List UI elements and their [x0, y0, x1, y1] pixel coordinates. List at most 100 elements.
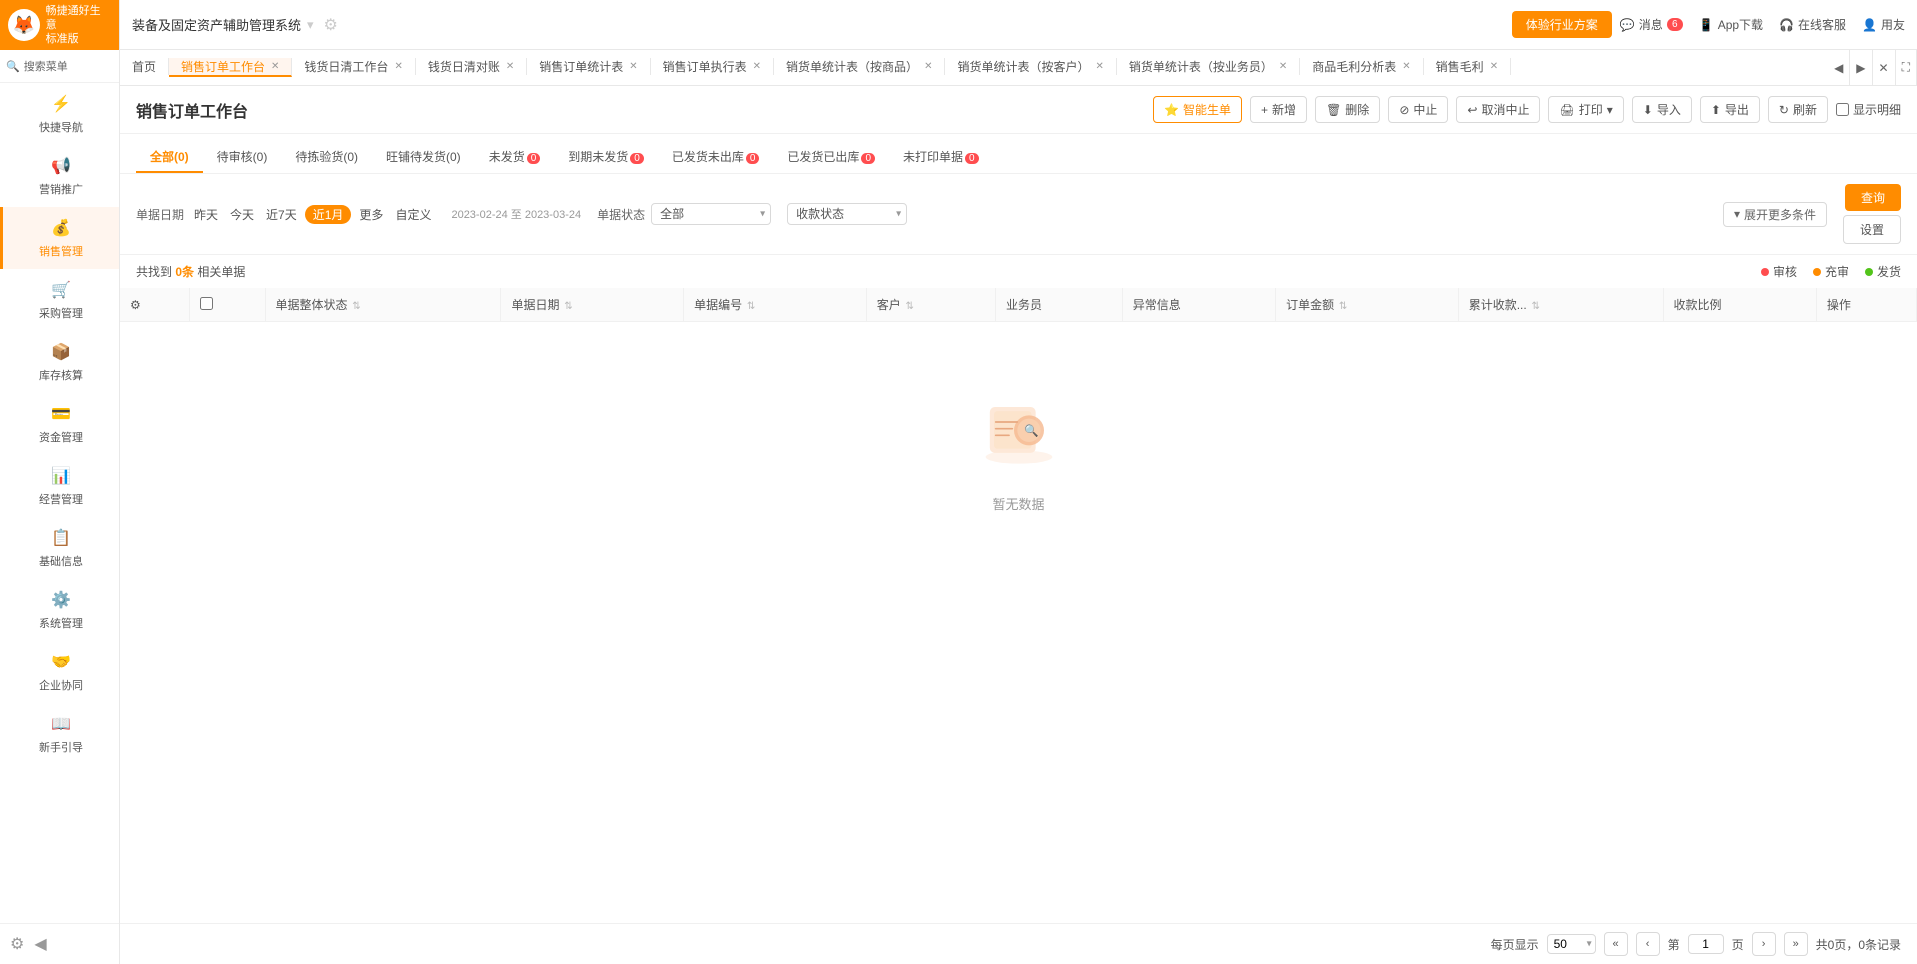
tab-close-all[interactable]: ✕ — [1873, 50, 1896, 85]
tab-sales-sum-staff[interactable]: 销货单统计表（按业务员）✕ — [1117, 58, 1300, 75]
sidebar-item-guide[interactable]: 📖 新手引导 — [0, 703, 119, 765]
date-opt-近7天[interactable]: 近7天 — [262, 204, 301, 225]
next-page-button[interactable]: › — [1752, 932, 1776, 956]
date-opt-今天[interactable]: 今天 — [226, 204, 258, 225]
topbar-title: 装备及固定资产辅助管理系统 ▾ ⚙ — [132, 15, 1504, 35]
total-label: 共0页，0条记录 — [1816, 936, 1901, 953]
solution-button[interactable]: 体验行业方案 — [1512, 11, 1612, 38]
tab-close-sales-stat[interactable]: ✕ — [629, 61, 637, 72]
add-button[interactable]: + 新增 — [1250, 96, 1307, 123]
sidebar-item-system[interactable]: ⚙️ 系统管理 — [0, 579, 119, 641]
sidebar-item-finance[interactable]: 💳 资金管理 — [0, 393, 119, 455]
tab-close-cash-daily[interactable]: ✕ — [394, 61, 402, 72]
date-opt-近1月[interactable]: 近1月 — [305, 205, 352, 224]
col-header-customer[interactable]: 客户 ⇅ — [866, 288, 995, 322]
nav-icon-sales: 💰 — [50, 217, 72, 239]
col-header-date[interactable]: 单据日期 ⇅ — [501, 288, 684, 322]
table-wrap: ⚙单据整体状态 ⇅单据日期 ⇅单据编号 ⇅客户 ⇅业务员异常信息订单金额 ⇅累计… — [120, 288, 1917, 923]
sub-tab-delivered-out[interactable]: 已发货已出库0 — [773, 142, 889, 173]
sub-tab-pending-audit[interactable]: 待审核(0) — [203, 142, 282, 173]
tab-home[interactable]: 首页 — [120, 58, 169, 75]
stats-count: 0条 — [175, 265, 194, 279]
tab-nav-prev[interactable]: ◀ — [1828, 50, 1850, 85]
settings-col-icon[interactable]: ⚙ — [130, 298, 141, 312]
show-detail-checkbox[interactable] — [1836, 103, 1849, 116]
tab-close-sales-sum-customer[interactable]: ✕ — [1095, 61, 1103, 72]
show-detail-label[interactable]: 显示明细 — [1836, 101, 1901, 118]
tab-cash-daily[interactable]: 钱货日清工作台✕ — [292, 58, 415, 75]
tab-close-sales-exec[interactable]: ✕ — [753, 61, 761, 72]
collapse-icon[interactable]: ◀ — [34, 934, 46, 954]
prev-page-button[interactable]: ‹ — [1636, 932, 1660, 956]
sidebar-item-base-info[interactable]: 📋 基础信息 — [0, 517, 119, 579]
status-select[interactable]: 全部 — [651, 203, 771, 225]
stats-action-deliver[interactable]: 发货 — [1865, 263, 1901, 280]
sidebar-item-quick-nav[interactable]: ⚡ 快捷导航 — [0, 83, 119, 145]
sub-tab-pending-inspect[interactable]: 待拣验货(0) — [281, 142, 372, 173]
expand-filter-button[interactable]: ▾ 展开更多条件 — [1723, 202, 1827, 227]
set-button[interactable]: 设置 — [1843, 215, 1901, 244]
sidebar-item-sales[interactable]: 💰 销售管理 — [0, 207, 119, 269]
last-page-button[interactable]: » — [1784, 932, 1808, 956]
refresh-button[interactable]: ↻ 刷新 — [1768, 96, 1828, 123]
sidebar-item-cooperation[interactable]: 🤝 企业协同 — [0, 641, 119, 703]
sidebar-item-inventory[interactable]: 📦 库存核算 — [0, 331, 119, 393]
sub-tab-wangpu-deliver[interactable]: 旺铺待发货(0) — [372, 142, 475, 173]
stats-action-cancel-audit[interactable]: 充审 — [1813, 263, 1849, 280]
stats-action-audit[interactable]: 审核 — [1761, 263, 1797, 280]
sidebar-search[interactable]: 🔍 搜索菜单 — [0, 50, 119, 83]
message-action[interactable]: 💬 消息 6 — [1620, 16, 1683, 33]
tab-sales-profit[interactable]: 销售毛利✕ — [1424, 58, 1511, 75]
page-number-input[interactable] — [1688, 934, 1724, 954]
import-button[interactable]: ⬇ 导入 — [1632, 96, 1692, 123]
sidebar-item-operations[interactable]: 📊 经营管理 — [0, 455, 119, 517]
smart-create-button[interactable]: ⭐ 智能生单 — [1153, 96, 1242, 123]
col-header-collected[interactable]: 累计收款... ⇅ — [1458, 288, 1663, 322]
online-service-action[interactable]: 🎧 在线客服 — [1779, 16, 1846, 33]
select-all-checkbox[interactable] — [200, 297, 213, 310]
sub-tab-all[interactable]: 全部(0) — [136, 142, 203, 173]
page-size-select[interactable]: 102050100 — [1547, 934, 1596, 954]
tab-sales-sum-customer[interactable]: 销货单统计表（按客户）✕ — [945, 58, 1116, 75]
tab-close-sales-order[interactable]: ✕ — [271, 61, 279, 72]
sidebar-item-marketing[interactable]: 📢 营销推广 — [0, 145, 119, 207]
sub-tab-delivered-not-out[interactable]: 已发货未出库0 — [658, 142, 774, 173]
app-download-action[interactable]: 📱 App下载 — [1699, 16, 1763, 33]
settings-gear-icon[interactable]: ⚙ — [324, 15, 338, 35]
stop-button[interactable]: ⊘ 中止 — [1388, 96, 1448, 123]
tab-close-cash-reconcile[interactable]: ✕ — [506, 61, 514, 72]
col-header-number[interactable]: 单据编号 ⇅ — [684, 288, 867, 322]
date-opt-自定义[interactable]: 自定义 — [391, 204, 435, 225]
sub-tab-not-printed[interactable]: 未打印单据0 — [889, 142, 993, 173]
tab-close-sales-profit[interactable]: ✕ — [1490, 61, 1498, 72]
tab-sales-stat[interactable]: 销售订单统计表✕ — [527, 58, 650, 75]
cancel-stop-button[interactable]: ↩ 取消中止 — [1456, 96, 1540, 123]
sub-tab-overdue-deliver[interactable]: 到期未发货0 — [554, 142, 658, 173]
action-label-cancel-audit: 充审 — [1825, 263, 1849, 280]
sidebar-item-purchase[interactable]: 🛒 采购管理 — [0, 269, 119, 331]
payment-select[interactable]: 收款状态 — [787, 203, 907, 225]
tab-fullscreen[interactable]: ⛶ — [1896, 50, 1917, 85]
date-opt-更多[interactable]: 更多 — [355, 204, 387, 225]
tab-cash-reconcile[interactable]: 钱货日清对账✕ — [416, 58, 527, 75]
col-header-amount[interactable]: 订单金额 ⇅ — [1276, 288, 1459, 322]
settings-icon[interactable]: ⚙ — [10, 934, 24, 954]
tab-sales-exec[interactable]: 销售订单执行表✕ — [651, 58, 774, 75]
col-header-status[interactable]: 单据整体状态 ⇅ — [265, 288, 501, 322]
delete-button[interactable]: 🗑 删除 — [1315, 96, 1380, 123]
query-button[interactable]: 查询 — [1845, 184, 1901, 211]
user-action[interactable]: 👤 用友 — [1862, 16, 1905, 33]
tab-sales-sum-product[interactable]: 销货单统计表（按商品）✕ — [774, 58, 945, 75]
sub-tab-not-delivered[interactable]: 未发货0 — [475, 142, 555, 173]
tab-nav-next[interactable]: ▶ — [1850, 50, 1872, 85]
tab-close-sales-sum-staff[interactable]: ✕ — [1279, 61, 1287, 72]
nav-label-purchase: 采购管理 — [39, 305, 83, 321]
print-button[interactable]: 🖨 打印 ▾ — [1548, 96, 1623, 123]
export-button[interactable]: ⬆ 导出 — [1700, 96, 1760, 123]
date-opt-昨天[interactable]: 昨天 — [190, 204, 222, 225]
tab-close-sales-sum-product[interactable]: ✕ — [924, 61, 932, 72]
tab-margin-analysis[interactable]: 商品毛利分析表✕ — [1300, 58, 1423, 75]
tab-sales-order[interactable]: 销售订单工作台✕ — [169, 58, 292, 77]
first-page-button[interactable]: « — [1604, 932, 1628, 956]
tab-close-margin-analysis[interactable]: ✕ — [1402, 61, 1410, 72]
